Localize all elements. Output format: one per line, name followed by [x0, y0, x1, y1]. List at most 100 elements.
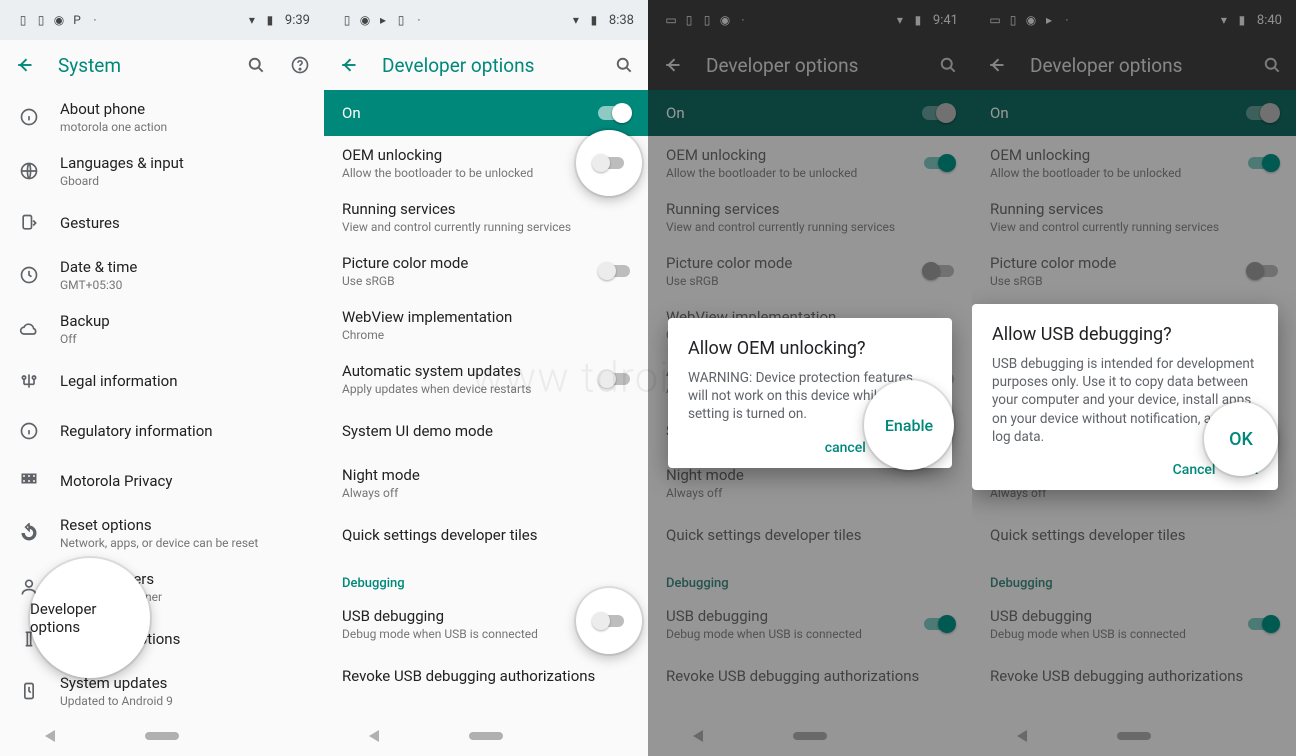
row-title: About phone [60, 100, 306, 118]
nav-home-icon[interactable] [145, 732, 179, 740]
back-icon[interactable] [14, 55, 34, 75]
system-row-8[interactable]: Reset optionsNetwork, apps, or device ca… [0, 506, 324, 560]
dev-row-9[interactable]: USB debuggingDebug mode when USB is conn… [972, 597, 1296, 651]
dev-row-7[interactable]: Quick settings developer tiles [972, 510, 1296, 560]
system-row-2[interactable]: Gestures [0, 198, 324, 248]
oem-toggle[interactable] [924, 157, 954, 169]
master-switch-row[interactable]: On [648, 90, 972, 136]
row-title: Reset options [60, 516, 306, 534]
usb-toggle[interactable] [600, 618, 630, 630]
search-icon[interactable] [1262, 55, 1282, 75]
ok-button[interactable]: OK [1240, 462, 1259, 478]
cancel-button[interactable]: cancel [825, 440, 866, 456]
dev-row-11[interactable]: Bug report shortcut [972, 701, 1296, 716]
system-row-3[interactable]: Date & timeGMT+05:30 [0, 248, 324, 302]
help-icon[interactable] [290, 55, 310, 75]
nav-home-icon[interactable] [469, 732, 503, 740]
battery-icon: ▮ [1235, 13, 1249, 27]
system-row-6[interactable]: Regulatory information [0, 406, 324, 456]
dev-row-10[interactable]: Revoke USB debugging authorizations [648, 651, 972, 701]
dev-row-10[interactable]: Revoke USB debugging authorizations [972, 651, 1296, 701]
usb-toggle[interactable] [924, 618, 954, 630]
dev-row-7[interactable]: Quick settings developer tiles [324, 510, 648, 560]
globe-icon [18, 161, 40, 181]
app-bar: Developer options [648, 40, 972, 90]
system-row-7[interactable]: Motorola Privacy [0, 456, 324, 506]
nav-back-icon[interactable] [693, 730, 703, 742]
enable-button[interactable]: Enable [890, 440, 932, 456]
dev-row-2[interactable]: Picture color modeUse sRGB [972, 244, 1296, 298]
system-row-10[interactable]: Developer options [0, 614, 324, 664]
row-title: OEM unlocking [342, 146, 580, 164]
system-row-4[interactable]: BackupOff [0, 302, 324, 356]
info-icon [18, 421, 40, 441]
row-subtitle: Use sRGB [990, 274, 1228, 288]
row-title: OEM unlocking [666, 146, 904, 164]
gest-icon [18, 213, 40, 233]
system-row-11[interactable]: System updatesUpdated to Android 9 [0, 664, 324, 716]
nav-home-icon[interactable] [793, 732, 827, 740]
asu-toggle[interactable] [600, 373, 630, 385]
dev-row-5[interactable]: System UI demo mode [324, 406, 648, 456]
master-switch-label: On [342, 104, 598, 122]
dev-row-9[interactable]: USB debuggingDebug mode when USB is conn… [648, 597, 972, 651]
back-icon[interactable] [338, 55, 358, 75]
status-icon: ▯ [700, 13, 714, 27]
master-switch[interactable] [1246, 106, 1278, 120]
dev-row-1[interactable]: Running servicesView and control current… [648, 190, 972, 244]
nav-bar [972, 716, 1296, 756]
search-icon[interactable] [246, 55, 266, 75]
status-bar: ▭ ▯ ▯ ◉ · ▾ ▮ 9:41 [648, 0, 972, 40]
search-icon[interactable] [614, 55, 634, 75]
search-icon[interactable] [938, 55, 958, 75]
app-bar: Developer options [972, 40, 1296, 90]
nav-back-icon[interactable] [45, 730, 55, 742]
nav-back-icon[interactable] [1017, 730, 1027, 742]
dev-row-0[interactable]: OEM unlockingAllow the bootloader to be … [648, 136, 972, 190]
system-row-1[interactable]: Languages & inputGboard [0, 144, 324, 198]
pic-toggle[interactable] [1248, 265, 1278, 277]
dialog-title: Allow OEM unlocking? [688, 338, 932, 359]
back-icon[interactable] [986, 55, 1006, 75]
clock-icon [18, 265, 40, 285]
row-title: Developer options [60, 630, 306, 648]
dev-row-0[interactable]: OEM unlockingAllow the bootloader to be … [972, 136, 1296, 190]
dev-row-11[interactable]: Bug report shortcut [324, 701, 648, 716]
dev-row-1[interactable]: Running servicesView and control current… [972, 190, 1296, 244]
row-title: Automatic system updates [342, 362, 580, 380]
dev-row-2[interactable]: Picture color modeUse sRGB [324, 244, 648, 298]
pic-toggle[interactable] [924, 265, 954, 277]
usb-toggle[interactable] [1248, 618, 1278, 630]
master-switch[interactable] [922, 106, 954, 120]
dialog-title: Allow USB debugging? [992, 324, 1258, 345]
master-switch-row[interactable]: On [972, 90, 1296, 136]
dev-row-4[interactable]: Automatic system updatesApply updates wh… [324, 352, 648, 406]
dev-row-3[interactable]: WebView implementationChrome [324, 298, 648, 352]
info-icon [18, 107, 40, 127]
nav-home-icon[interactable] [1117, 732, 1151, 740]
oem-toggle[interactable] [1248, 157, 1278, 169]
dev-row-2[interactable]: Picture color modeUse sRGB [648, 244, 972, 298]
dev-row-10[interactable]: Revoke USB debugging authorizations [324, 651, 648, 701]
cancel-button[interactable]: Cancel [1173, 462, 1216, 478]
status-bar: ▯ ▯ ◉ P · ▾ ▮ 9:39 [0, 0, 324, 40]
master-switch[interactable] [598, 106, 630, 120]
system-row-9[interactable]: Multiple usersSigned in as Owner [0, 560, 324, 614]
pic-toggle[interactable] [600, 265, 630, 277]
dev-row-0[interactable]: OEM unlocking Allow the bootloader to be … [324, 136, 648, 190]
nav-back-icon[interactable] [369, 730, 379, 742]
dev-row-1[interactable]: Running servicesView and control current… [324, 190, 648, 244]
system-row-0[interactable]: About phonemotorola one action [0, 90, 324, 144]
dev-row-9[interactable]: USB debuggingDebug mode when USB is conn… [324, 597, 648, 651]
master-switch-row[interactable]: On [324, 90, 648, 136]
back-icon[interactable] [662, 55, 682, 75]
dev-row-7[interactable]: Quick settings developer tiles [648, 510, 972, 560]
dev-row-11[interactable]: Bug report shortcut [648, 701, 972, 716]
row-subtitle: Debug mode when USB is connected [666, 627, 904, 641]
row-subtitle: Use sRGB [666, 274, 904, 288]
dev-row-6[interactable]: Night modeAlways off [324, 456, 648, 510]
oem-toggle[interactable] [600, 157, 630, 169]
row-subtitle: Chrome [342, 328, 630, 342]
row-subtitle: Allow the bootloader to be unlocked [342, 166, 580, 180]
system-row-5[interactable]: Legal information [0, 356, 324, 406]
